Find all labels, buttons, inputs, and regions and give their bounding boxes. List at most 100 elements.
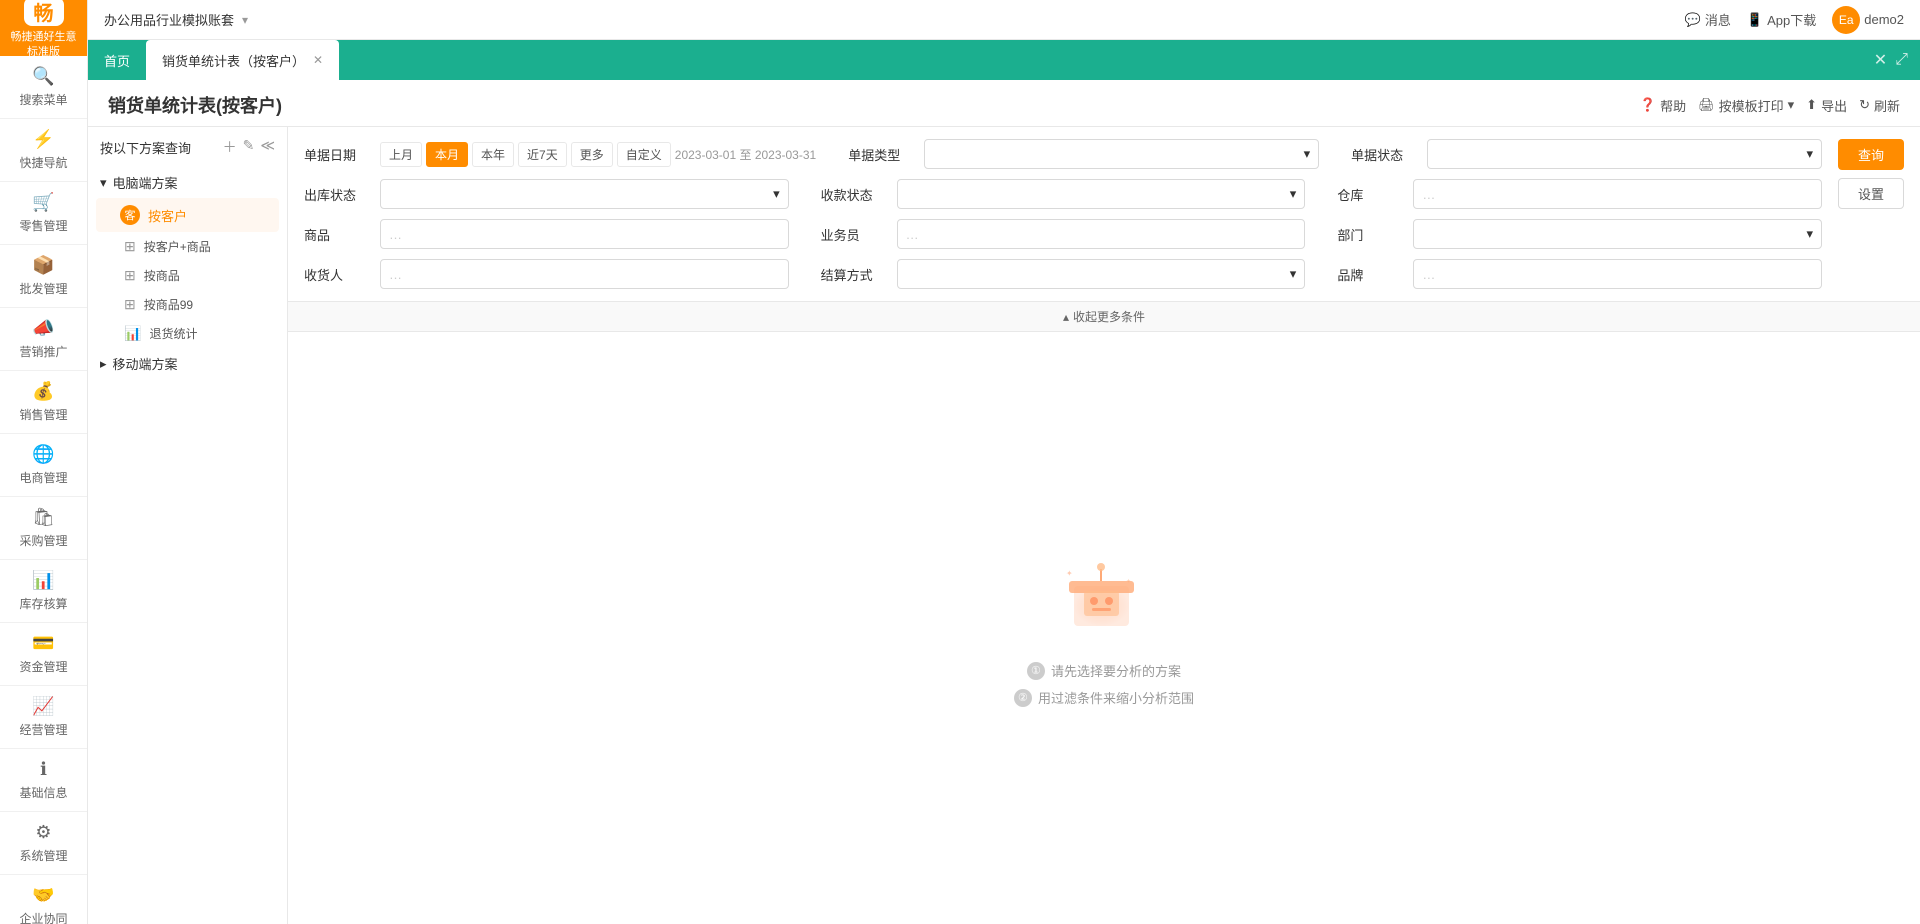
filter-row-1: 单据日期 上月 本月 本年 近7天 更多 自定义 2023-03-01 至 20… [304,139,1822,169]
tab-sales-stats-label: 销货单统计表（按客户） [162,51,305,70]
filter-row-2: 出库状态 收款状态 仓库 [304,179,1822,209]
dept-label: 部门 [1337,225,1397,244]
date-selector: 上月 本月 本年 近7天 更多 自定义 2023-03-01 至 2023-03… [380,142,816,167]
industry-dropdown-icon[interactable]: ▾ [242,13,248,27]
refresh-button[interactable]: ↻ 刷新 [1859,96,1900,115]
sidebar-item-label: 电商管理 [19,469,67,486]
return-stats-icon: 📊 [124,325,141,342]
product-select[interactable]: … [380,219,789,249]
tree-subitem-label: 按商品99 [144,296,193,313]
sidebar-item-retail[interactable]: 🛒 零售管理 [0,182,87,245]
sidebar-item-label: 系统管理 [19,847,67,864]
basic-info-icon: ℹ [40,759,47,780]
sidebar-item-label: 基础信息 [19,784,67,801]
tree-subitem-label: 退货统计 [149,325,197,342]
left-panel-title: 按以下方案查询 [100,138,191,157]
tree-item-by-product[interactable]: ⊞ 按商品 [96,261,279,290]
hint-text-2: 用过滤条件来缩小分析范围 [1038,688,1194,707]
add-scheme-icon[interactable]: ＋ [223,137,237,157]
help-button[interactable]: ❓ 帮助 [1640,96,1686,115]
sidebar-item-marketing[interactable]: 📣 营销推广 [0,308,87,371]
filter-row-4: 收货人 … 结算方式 品牌 [304,259,1822,289]
collapse-panel-icon[interactable]: ≪ [260,137,275,157]
edit-scheme-icon[interactable]: ✎ [243,137,255,157]
tab-maximize-button[interactable]: ⤢ [1895,51,1908,69]
by-customer-product-icon: ⊞ [124,238,136,255]
sidebar-item-finance[interactable]: 💳 资金管理 [0,623,87,686]
brand-select[interactable]: … [1413,259,1822,289]
warehouse-select[interactable]: … [1413,179,1822,209]
date-btn-last-month[interactable]: 上月 [380,142,422,167]
right-panel: 单据日期 上月 本月 本年 近7天 更多 自定义 2023-03-01 至 20… [288,127,1920,924]
receiver-placeholder: … [389,267,402,282]
payment-select[interactable] [897,259,1306,289]
left-panel-icons: ＋ ✎ ≪ [223,137,275,157]
print-label: 按模板打印 [1719,96,1784,115]
tree-item-by-product-99[interactable]: ⊞ 按商品99 [96,290,279,319]
salesman-placeholder: … [906,227,919,242]
app-download-button[interactable]: 📱 App下载 [1747,10,1816,29]
sidebar-item-quick-nav[interactable]: ⚡ 快捷导航 [0,119,87,182]
date-btn-more[interactable]: 更多 [571,142,613,167]
sidebar-logo: 畅 畅捷通好生意 标准版 [0,0,87,56]
collapse-bar[interactable]: 收起更多条件 [288,302,1920,332]
out-status-select[interactable] [380,179,789,209]
sidebar-item-purchase[interactable]: 🛍 采购管理 [0,497,87,560]
date-btn-7days[interactable]: 近7天 [518,142,567,167]
sidebar-item-label: 库存核算 [19,595,67,612]
warehouse-label: 仓库 [1337,185,1397,204]
sidebar-item-basic-info[interactable]: ℹ 基础信息 [0,749,87,812]
user-menu[interactable]: Ea demo2 [1832,6,1904,34]
collapse-button[interactable]: 收起更多条件 [1063,308,1145,325]
sidebar-item-sales[interactable]: 💰 销售管理 [0,371,87,434]
doc-type-select[interactable] [924,139,1319,169]
tab-home[interactable]: 首页 [88,40,146,80]
dept-select[interactable] [1413,219,1822,249]
query-button[interactable]: 查询 [1838,139,1904,170]
salesman-label: 业务员 [821,225,881,244]
print-button[interactable]: 🖨 按模板打印 [1698,96,1794,115]
finance-icon: 💳 [32,633,54,654]
page-content: 销货单统计表(按客户) ❓ 帮助 🖨 按模板打印 ⬆ 导出 ↻ 刷新 [88,80,1920,924]
sales-icon: 💰 [32,381,54,402]
sidebar-item-label: 销售管理 [19,406,67,423]
page-header: 销货单统计表(按客户) ❓ 帮助 🖨 按模板打印 ⬆ 导出 ↻ 刷新 [88,80,1920,127]
ecommerce-icon: 🌐 [32,444,54,465]
sidebar-item-cooperation[interactable]: 🤝 企业协同 [0,875,87,924]
tree-item-by-customer[interactable]: 客 按客户 [96,198,279,232]
date-btn-this-year[interactable]: 本年 [472,142,514,167]
tree-group-desktop-header[interactable]: 电脑端方案 [96,167,279,198]
help-icon: ❓ [1640,97,1656,113]
sidebar-item-ecommerce[interactable]: 🌐 电商管理 [0,434,87,497]
retail-icon: 🛒 [32,192,54,213]
tree-group-mobile-header[interactable]: 移动端方案 [96,348,279,379]
sidebar-item-inventory[interactable]: 📊 库存核算 [0,560,87,623]
sidebar-item-operations[interactable]: 📈 经营管理 [0,686,87,749]
export-label: 导出 [1821,96,1847,115]
receiver-select[interactable]: … [380,259,789,289]
collapse-label: 收起更多条件 [1073,308,1145,325]
svg-text:✦: ✦ [1066,569,1073,578]
receipt-status-select[interactable] [897,179,1306,209]
tab-close-window-button[interactable]: ✕ [1874,50,1887,70]
sidebar-item-system[interactable]: ⚙ 系统管理 [0,812,87,875]
export-button[interactable]: ⬆ 导出 [1806,96,1847,115]
sidebar-item-label: 批发管理 [19,280,67,297]
tab-close-icon[interactable]: ✕ [313,53,323,67]
tree-item-by-customer-product[interactable]: ⊞ 按客户+商品 [96,232,279,261]
sidebar-item-label: 搜索菜单 [19,91,67,108]
settings-button[interactable]: 设置 [1838,178,1904,209]
receiver-label: 收货人 [304,265,364,284]
date-btn-this-month[interactable]: 本月 [426,142,468,167]
sidebar-item-search-menu[interactable]: 🔍 搜索菜单 [0,56,87,119]
salesman-select[interactable]: … [897,219,1306,249]
print-icon: 🖨 [1698,97,1715,113]
date-btn-custom[interactable]: 自定义 [617,142,671,167]
doc-status-select[interactable] [1427,139,1822,169]
tree-item-return-stats[interactable]: 📊 退货统计 [96,319,279,348]
tab-sales-stats[interactable]: 销货单统计表（按客户） ✕ [146,40,339,80]
by-product-icon: ⊞ [124,267,136,284]
message-button[interactable]: 💬 消息 [1685,10,1731,29]
sidebar-item-wholesale[interactable]: 📦 批发管理 [0,245,87,308]
refresh-icon: ↻ [1859,97,1870,113]
